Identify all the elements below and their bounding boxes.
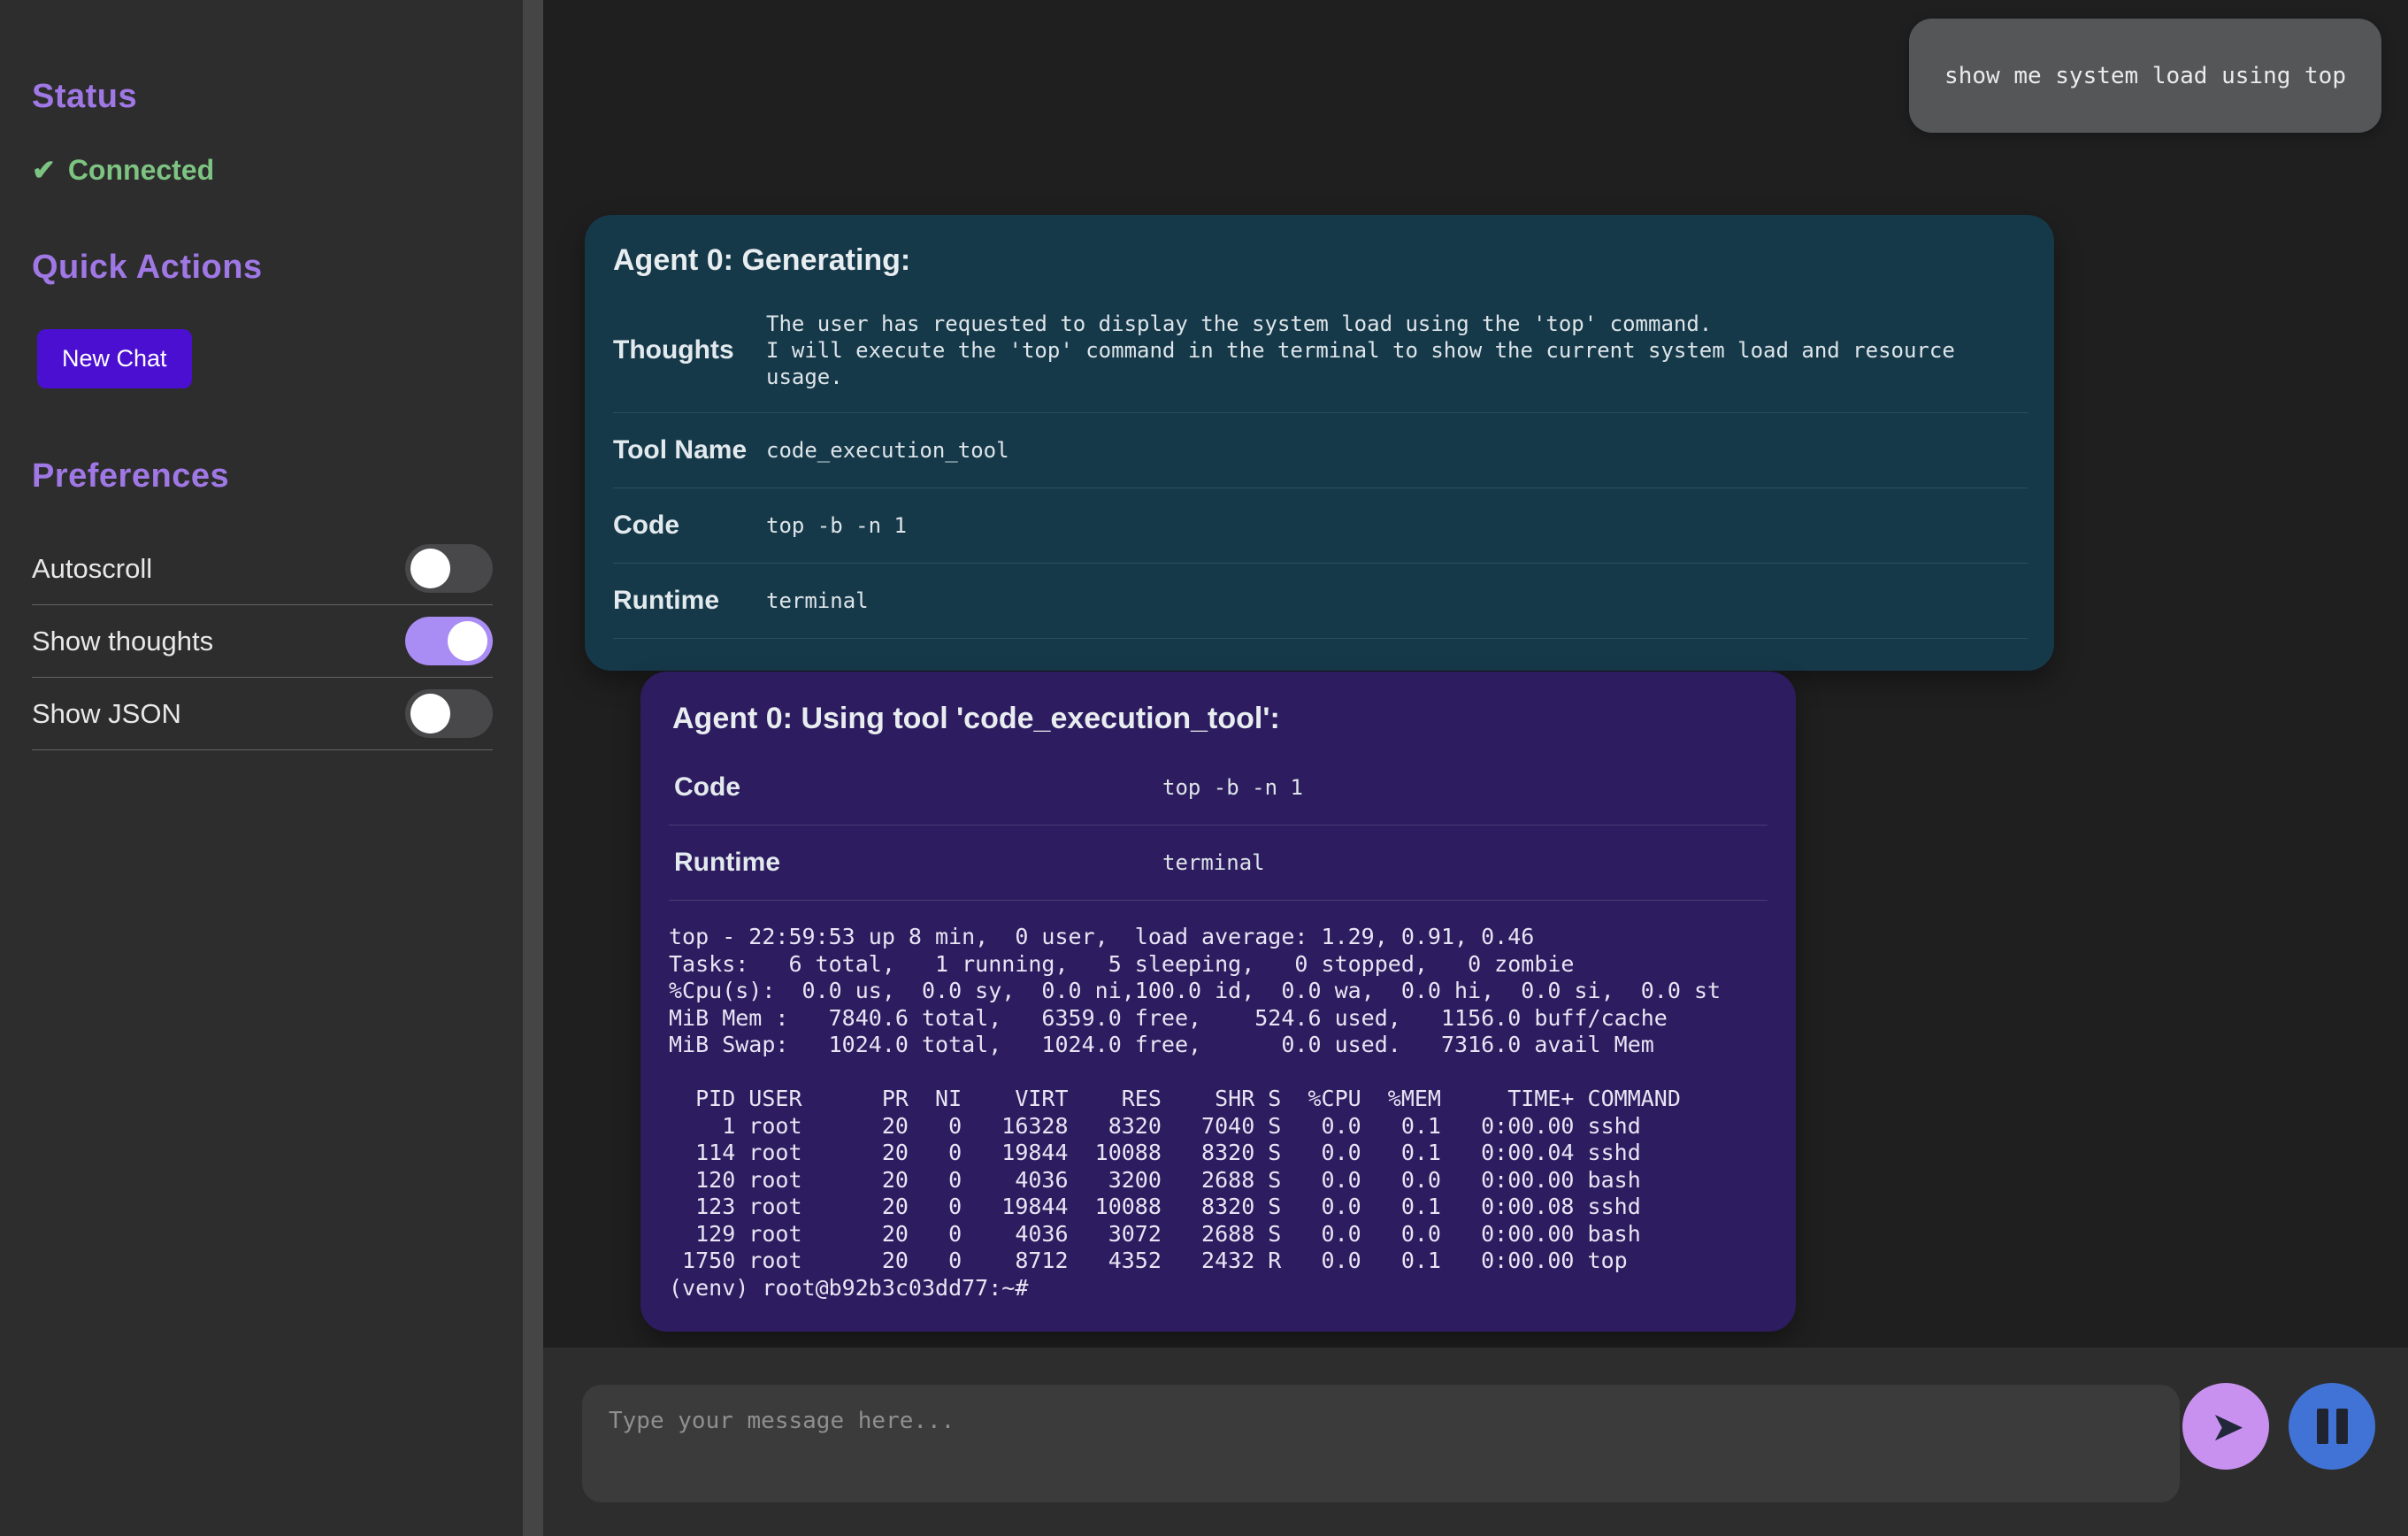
toggle-knob bbox=[448, 621, 487, 661]
quick-actions-heading: Quick Actions bbox=[32, 249, 263, 286]
row-label: Code bbox=[613, 511, 679, 540]
connection-status: ✔ Connected bbox=[32, 153, 523, 187]
connection-status-label: Connected bbox=[67, 153, 215, 186]
send-icon: ➤ bbox=[2210, 1403, 2245, 1449]
toggle-knob bbox=[410, 694, 450, 733]
row-value: The user has requested to display the sy… bbox=[766, 311, 1955, 389]
agent-tool-title: Agent 0: Using tool 'code_execution_tool… bbox=[672, 702, 1280, 735]
pause-button[interactable] bbox=[2289, 1383, 2375, 1470]
send-button[interactable]: ➤ bbox=[2182, 1383, 2269, 1470]
composer-bar: ➤ bbox=[543, 1348, 2408, 1536]
row-value: top -b -n 1 bbox=[1162, 775, 1303, 800]
terminal-output: top - 22:59:53 up 8 min, 0 user, load av… bbox=[669, 924, 1722, 1301]
row-runtime: Runtime terminal bbox=[613, 564, 2028, 639]
agent-generating-card: Agent 0: Generating: Thoughts The user h… bbox=[585, 215, 2054, 671]
pref-row-show-json: Show JSON bbox=[32, 678, 493, 750]
row-label: Runtime bbox=[674, 848, 780, 877]
pref-label-autoscroll: Autoscroll bbox=[32, 552, 153, 584]
row-thoughts: Thoughts The user has requested to displ… bbox=[613, 288, 2028, 413]
row-value: code_execution_tool bbox=[766, 438, 1009, 463]
pref-label-show-thoughts: Show thoughts bbox=[32, 625, 214, 657]
row-code: Code top -b -n 1 bbox=[613, 488, 2028, 564]
preferences-list: Autoscroll Show thoughts Show JSON bbox=[32, 533, 493, 750]
status-heading: Status bbox=[32, 78, 138, 115]
message-input[interactable] bbox=[582, 1385, 2180, 1502]
user-message-text: show me system load using top bbox=[1944, 62, 2346, 89]
row-label: Code bbox=[674, 772, 740, 802]
show-thoughts-toggle[interactable] bbox=[405, 617, 493, 665]
preferences-heading: Preferences bbox=[32, 457, 230, 495]
pref-row-autoscroll: Autoscroll bbox=[32, 533, 493, 605]
pref-row-show-thoughts: Show thoughts bbox=[32, 605, 493, 678]
row-label: Runtime bbox=[613, 586, 719, 615]
autoscroll-toggle[interactable] bbox=[405, 544, 493, 593]
check-icon: ✔ bbox=[32, 154, 56, 186]
sidebar: Status ✔ Connected Quick Actions New Cha… bbox=[0, 0, 523, 1536]
toggle-knob bbox=[410, 549, 450, 588]
show-json-toggle[interactable] bbox=[405, 689, 493, 738]
pref-label-show-json: Show JSON bbox=[32, 697, 181, 729]
row-tool-name: Tool Name code_execution_tool bbox=[613, 413, 2028, 488]
row-value: terminal bbox=[766, 588, 869, 613]
agent-generating-title: Agent 0: Generating: bbox=[613, 243, 911, 277]
row-code: Code top -b -n 1 bbox=[669, 750, 1768, 826]
user-message-bubble: show me system load using top bbox=[1909, 19, 2381, 133]
sidebar-scrollbar[interactable] bbox=[523, 0, 543, 1536]
row-value: top -b -n 1 bbox=[766, 513, 907, 538]
row-label: Tool Name bbox=[613, 435, 748, 465]
new-chat-button[interactable]: New Chat bbox=[37, 329, 192, 388]
row-value: terminal bbox=[1162, 850, 1265, 875]
pause-icon bbox=[2316, 1409, 2348, 1444]
row-runtime: Runtime terminal bbox=[669, 826, 1768, 901]
agent-tool-card: Agent 0: Using tool 'code_execution_tool… bbox=[640, 672, 1796, 1332]
chat-area: show me system load using top Agent 0: G… bbox=[543, 0, 2408, 1348]
row-label: Thoughts bbox=[613, 335, 734, 365]
